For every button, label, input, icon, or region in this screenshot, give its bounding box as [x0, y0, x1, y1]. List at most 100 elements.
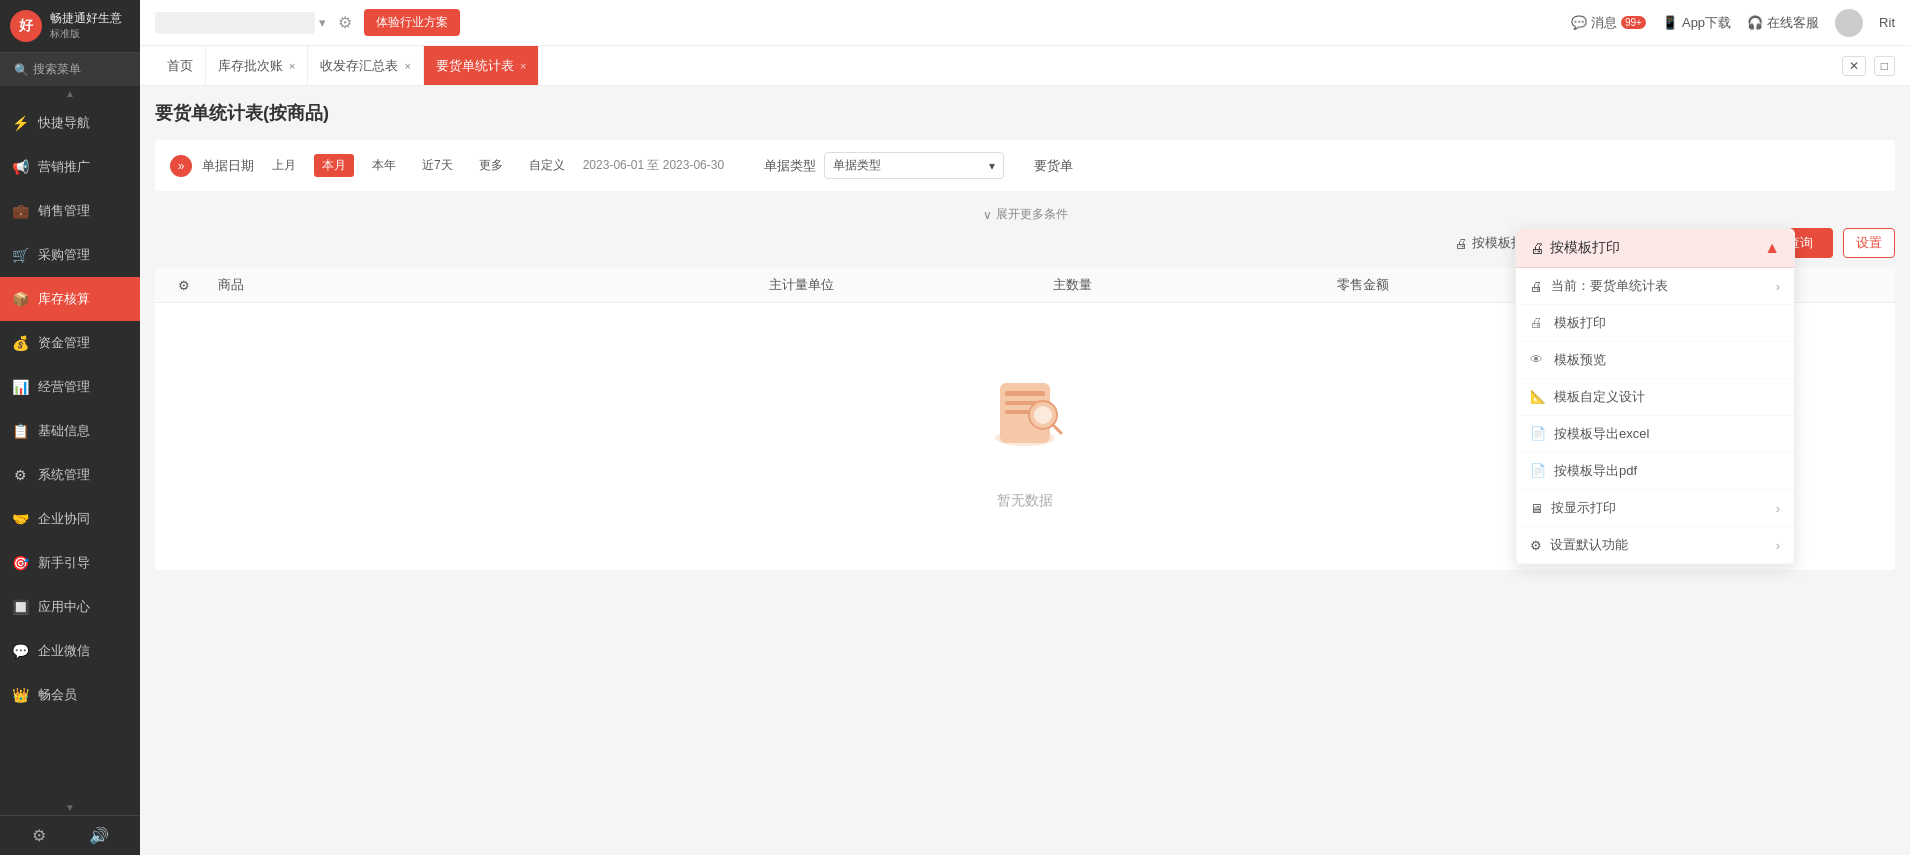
sidebar-scroll-up[interactable]: ▲ [0, 86, 140, 101]
breadcrumb-input[interactable] [155, 12, 315, 34]
expand-more-label: 展开更多条件 [996, 206, 1068, 223]
footer-sound-icon[interactable]: 🔊 [89, 826, 109, 845]
tab-home-label: 首页 [167, 57, 193, 75]
empty-illustration [975, 363, 1075, 482]
sidebar-item-enterprise[interactable]: 🤝 企业协同 [0, 497, 140, 541]
date-btn-this-month[interactable]: 本月 [314, 154, 354, 177]
newcomer-label: 新手引导 [38, 554, 90, 572]
col-settings[interactable]: ⚙ [170, 278, 210, 293]
message-item[interactable]: 💬 消息 99+ [1571, 14, 1646, 32]
app-name: 畅捷通好生意 [50, 11, 122, 27]
wechat-label: 企业微信 [38, 642, 90, 660]
sidebar-scroll-down[interactable]: ▼ [0, 800, 140, 815]
logo-icon: 好 [10, 10, 42, 42]
expand-more-button[interactable]: ∨ 展开更多条件 [983, 206, 1068, 223]
search-menu[interactable]: 🔍 搜索菜单 [0, 53, 140, 86]
print-dropdown-title-icon: 🖨 [1530, 240, 1544, 256]
tab-receipt-summary[interactable]: 收发存汇总表 × [308, 46, 423, 85]
header-settings-icon[interactable]: ⚙ [338, 13, 352, 32]
finance-icon: 💰 [10, 333, 30, 353]
dropdown-item-export-excel[interactable]: 📄 按模板导出excel [1516, 416, 1794, 453]
date-btn-last-month[interactable]: 上月 [264, 154, 304, 177]
sales-icon: 💼 [10, 201, 30, 221]
app-download-label: App下载 [1682, 14, 1731, 32]
tab-requisition-stat[interactable]: 要货单统计表 × [424, 46, 539, 85]
sidebar-item-finance[interactable]: 💰 资金管理 [0, 321, 140, 365]
display-print-chevron: › [1776, 501, 1780, 516]
purchase-label: 采购管理 [38, 246, 90, 264]
dropdown-item-current[interactable]: 🖨 当前：要货单统计表 › [1516, 268, 1794, 305]
app-center-label: 应用中心 [38, 598, 90, 616]
filter-bar: » 单据日期 上月 本月 本年 近7天 更多 自定义 2023-06-01 至 … [155, 140, 1895, 191]
message-icon: 💬 [1571, 15, 1587, 30]
sidebar-item-wechat[interactable]: 💬 企业微信 [0, 629, 140, 673]
tab-home[interactable]: 首页 [155, 46, 206, 85]
tab-receipt-summary-close[interactable]: × [404, 60, 410, 72]
template-design-label: 模板自定义设计 [1554, 388, 1645, 406]
dropdown-item-export-pdf[interactable]: 📄 按模板导出pdf [1516, 453, 1794, 490]
basic-info-icon: 📋 [10, 421, 30, 441]
tab-close-all-btn[interactable]: ✕ [1842, 56, 1866, 76]
dropdown-item-display-print[interactable]: 🖥 按显示打印 › [1516, 490, 1794, 527]
sidebar-item-sales[interactable]: 💼 销售管理 [0, 189, 140, 233]
filter-expand-button[interactable]: » [170, 155, 192, 177]
sidebar-item-basic-info[interactable]: 📋 基础信息 [0, 409, 140, 453]
header-dropdown-icon[interactable]: ▾ [319, 15, 326, 30]
basic-info-label: 基础信息 [38, 422, 90, 440]
search-menu-label: 搜索菜单 [33, 61, 81, 78]
sidebar-item-system[interactable]: ⚙ 系统管理 [0, 453, 140, 497]
sidebar-item-app-center[interactable]: 🔲 应用中心 [0, 585, 140, 629]
doc-type-select[interactable]: 单据类型 ▾ [824, 152, 1004, 179]
tab-restore-btn[interactable]: □ [1874, 56, 1895, 76]
dropdown-item-template-design[interactable]: 📐 模板自定义设计 [1516, 379, 1794, 416]
operation-label: 经营管理 [38, 378, 90, 396]
main-area: ▾ ⚙ 体验行业方案 💬 消息 99+ 📱 App下载 🎧 在线客服 Rit [140, 0, 1910, 855]
user-avatar-item[interactable] [1835, 9, 1863, 37]
trial-button[interactable]: 体验行业方案 [364, 9, 460, 36]
expand-more-icon: ∨ [983, 208, 992, 222]
template-print-icon: 🖨 [1530, 315, 1546, 331]
app-sub: 标准版 [50, 27, 122, 41]
action-bar: 🖨 按模板打印 ▲ 📤 导出 🔄 刷新 ··· 查询 设置 🖨 [155, 228, 1895, 258]
footer-settings-icon[interactable]: ⚙ [32, 826, 46, 845]
tab-inventory-batch-close[interactable]: × [289, 60, 295, 72]
online-service-label: 在线客服 [1767, 14, 1819, 32]
table-settings-icon[interactable]: ⚙ [178, 278, 190, 293]
sidebar-item-operation[interactable]: 📊 经营管理 [0, 365, 140, 409]
current-icon: 🖨 [1530, 279, 1543, 294]
template-preview-label: 模板预览 [1554, 351, 1606, 369]
online-service-item[interactable]: 🎧 在线客服 [1747, 14, 1819, 32]
svg-point-6 [1034, 406, 1052, 424]
sidebar-item-purchase[interactable]: 🛒 采购管理 [0, 233, 140, 277]
print-dropdown-close[interactable]: ▲ [1764, 239, 1780, 257]
expand-more-row: ∨ 展开更多条件 [155, 201, 1895, 228]
date-btn-custom[interactable]: 自定义 [521, 154, 573, 177]
set-default-label: 设置默认功能 [1550, 536, 1628, 554]
date-btn-7days[interactable]: 近7天 [414, 154, 461, 177]
current-chevron: › [1776, 279, 1780, 294]
marketing-icon: 📢 [10, 157, 30, 177]
date-btn-more[interactable]: 更多 [471, 154, 511, 177]
svg-rect-2 [1005, 391, 1045, 396]
dropdown-item-template-preview[interactable]: 👁 模板预览 [1516, 342, 1794, 379]
page-title: 要货单统计表(按商品) [155, 101, 1895, 125]
sidebar-item-quick-nav[interactable]: ⚡ 快捷导航 [0, 101, 140, 145]
sidebar-item-inventory[interactable]: 📦 库存核算 [0, 277, 140, 321]
sidebar-item-marketing[interactable]: 📢 营销推广 [0, 145, 140, 189]
date-btn-this-year[interactable]: 本年 [364, 154, 404, 177]
set-default-icon: ⚙ [1530, 538, 1542, 553]
tab-inventory-batch[interactable]: 库存批次账 × [206, 46, 308, 85]
app-download-item[interactable]: 📱 App下载 [1662, 14, 1731, 32]
setting-button[interactable]: 设置 [1843, 228, 1895, 258]
top-header: ▾ ⚙ 体验行业方案 💬 消息 99+ 📱 App下载 🎧 在线客服 Rit [140, 0, 1910, 46]
sidebar-item-member[interactable]: 👑 畅会员 [0, 673, 140, 717]
dropdown-item-set-default[interactable]: ⚙ 设置默认功能 › [1516, 527, 1794, 564]
template-print-label: 模板打印 [1554, 314, 1606, 332]
tab-requisition-stat-close[interactable]: × [520, 60, 526, 72]
sidebar: 好 畅捷通好生意 标准版 🔍 搜索菜单 ▲ ⚡ 快捷导航 📢 营销推广 💼 销售… [0, 0, 140, 855]
col-unit: 主计量单位 [761, 276, 1045, 294]
dropdown-item-template-print[interactable]: 🖨 模板打印 [1516, 305, 1794, 342]
svg-line-7 [1053, 425, 1061, 433]
sidebar-item-newcomer[interactable]: 🎯 新手引导 [0, 541, 140, 585]
print-dropdown-header: 🖨 按模板打印 ▲ [1516, 229, 1794, 268]
